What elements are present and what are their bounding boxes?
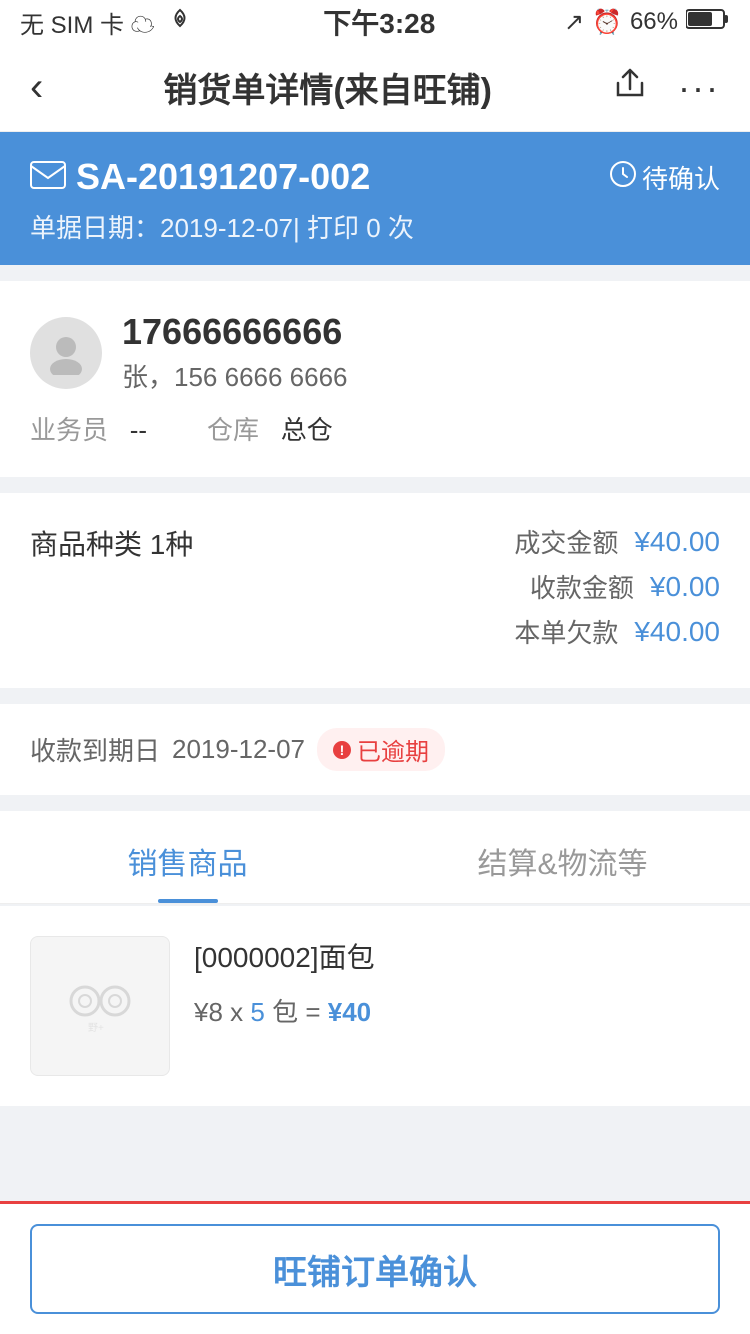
- customer-info-row: 业务员 -- 仓库 总仓: [30, 410, 720, 447]
- transaction-label: 成交金额: [514, 523, 618, 560]
- customer-card: 17666666666 张，156 6666 6666 业务员 -- 仓库 总仓: [0, 281, 750, 477]
- status-right: ↗ ⏰ 66%: [564, 8, 730, 37]
- nav-bar: ‹ 销货单详情(来自旺铺) ···: [0, 44, 750, 132]
- no-sim-text: 无 SIM 卡 ☁: [20, 5, 155, 40]
- status-left: 无 SIM 卡 ☁: [20, 5, 195, 40]
- due-date-value: 2019-12-07: [172, 734, 305, 765]
- overdue-dot-icon: !: [333, 741, 351, 759]
- salesman-value: --: [130, 415, 147, 445]
- confirm-order-button[interactable]: 旺铺订单确认: [30, 1224, 720, 1314]
- owing-value: ¥40.00: [634, 616, 720, 648]
- amounts-card: 商品种类 1种 成交金额 ¥40.00 收款金额 ¥0.00 本单欠款 ¥40.…: [0, 493, 750, 688]
- order-date: 单据日期：2019-12-07| 打印 0 次: [30, 208, 720, 245]
- warehouse-label: 仓库: [207, 415, 259, 445]
- wifi-icon: [165, 8, 195, 37]
- due-date-card: 收款到期日 2019-12-07 ! 已逾期: [0, 704, 750, 795]
- battery-icon: [686, 8, 730, 37]
- tabs-bar: 销售商品 结算&物流等: [0, 811, 750, 904]
- confirm-button-wrap: 旺铺订单确认: [0, 1201, 750, 1334]
- product-info: [0000002]面包 ¥8 x 5 包 = ¥40: [194, 936, 720, 1076]
- owing-label: 本单欠款: [514, 613, 618, 650]
- svg-text:野+: 野+: [88, 1022, 104, 1034]
- customer-phone: 17666666666: [122, 311, 348, 353]
- order-id: SA-20191207-002: [30, 156, 370, 198]
- product-type: 商品种类 1种: [30, 523, 193, 563]
- share-button[interactable]: [612, 65, 648, 110]
- product-total: ¥40: [328, 997, 371, 1027]
- transaction-value: ¥40.00: [634, 526, 720, 558]
- nav-actions: ···: [612, 65, 720, 110]
- tab-products[interactable]: 销售商品: [0, 811, 375, 903]
- location-icon: ↗: [564, 8, 584, 37]
- customer-name: 张，156 6666 6666: [122, 357, 348, 394]
- product-name: [0000002]面包: [194, 936, 720, 976]
- status-bar: 无 SIM 卡 ☁ 下午3:28 ↗ ⏰ 66%: [0, 0, 750, 44]
- product-qty: 5: [250, 997, 264, 1027]
- status-time: 下午3:28: [323, 2, 435, 42]
- clock-icon: [610, 161, 636, 194]
- overdue-badge: ! 已逾期: [317, 728, 445, 771]
- collected-value: ¥0.00: [650, 571, 720, 603]
- warehouse-value: 总仓: [281, 415, 333, 445]
- back-button[interactable]: ‹: [30, 65, 43, 110]
- collected-label: 收款金额: [530, 568, 634, 605]
- battery-text: 66%: [630, 8, 678, 36]
- tab-settlement[interactable]: 结算&物流等: [375, 811, 750, 903]
- more-button[interactable]: ···: [678, 67, 720, 109]
- page-title: 销货单详情(来自旺铺): [163, 63, 492, 112]
- due-date-label: 收款到期日: [30, 731, 160, 768]
- envelope-icon: [30, 156, 66, 198]
- product-image: 野+: [30, 936, 170, 1076]
- product-item: 野+ [0000002]面包 ¥8 x 5 包 = ¥40: [0, 906, 750, 1106]
- order-header: SA-20191207-002 待确认 单据日期：2019-12-07| 打印 …: [0, 132, 750, 265]
- product-price-row: ¥8 x 5 包 = ¥40: [194, 992, 720, 1029]
- amounts-right: 成交金额 ¥40.00 收款金额 ¥0.00 本单欠款 ¥40.00: [514, 523, 720, 658]
- alarm-icon: ⏰: [592, 8, 622, 37]
- order-status: 待确认: [610, 159, 720, 196]
- salesman-label: 业务员: [30, 415, 108, 445]
- avatar: [30, 317, 102, 389]
